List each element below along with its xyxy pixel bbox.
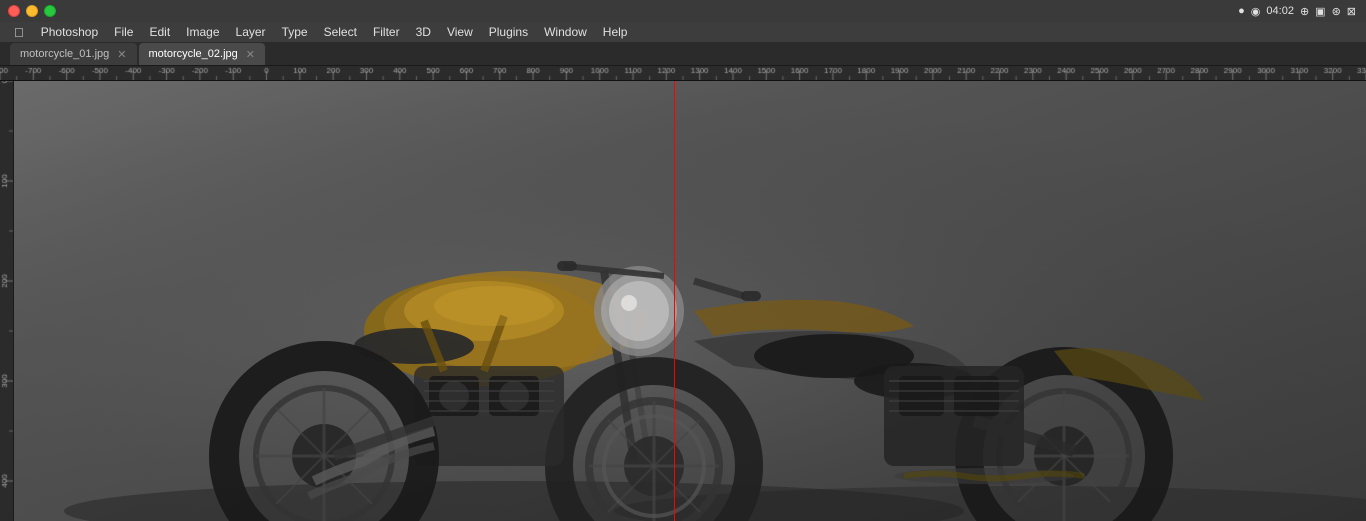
menu-plugins[interactable]: Plugins [482,23,535,41]
system-icon-battery: ▣ [1315,5,1325,18]
traffic-lights [0,5,56,17]
tab-1-label: motorcycle_02.jpg [149,48,238,60]
menu-layer[interactable]: Layer [229,23,273,41]
menu-window[interactable]: Window [537,23,594,41]
menu-type[interactable]: Type [275,23,315,41]
tab-0-label: motorcycle_01.jpg [20,48,109,60]
tab-1[interactable]: motorcycle_02.jpg ✕ [139,43,266,65]
horizontal-ruler [0,66,1366,81]
vruler-canvas [0,81,14,521]
apple-logo[interactable]:  [6,23,32,42]
tab-bar: motorcycle_01.jpg ✕ motorcycle_02.jpg ✕ [0,42,1366,66]
system-icon-wifi3: ⊛ [1332,5,1341,18]
menu-3d[interactable]: 3D [409,23,438,41]
tab-1-close[interactable]: ✕ [238,48,255,61]
menu-view[interactable]: View [440,23,480,41]
guide-line[interactable] [674,81,675,521]
menu-filter[interactable]: Filter [366,23,407,41]
menu-image[interactable]: Image [179,23,226,41]
minimize-button[interactable] [26,5,38,17]
canvas-area[interactable] [0,81,1366,521]
vertical-ruler [0,81,14,521]
menu-edit[interactable]: Edit [142,23,177,41]
system-icon-wifi: ● [1238,5,1245,17]
menu-help[interactable]: Help [596,23,635,41]
canvas-image [14,81,1366,521]
menu-bar:  Photoshop File Edit Image Layer Type S… [0,22,1366,42]
ruler-canvas [0,66,1366,81]
system-icon-control: ⊕ [1300,5,1309,18]
titlebar: ● ◉ 04:02 ⊕ ▣ ⊛ ⊠ [0,0,1366,22]
close-button[interactable] [8,5,20,17]
maximize-button[interactable] [44,5,56,17]
system-time: 04:02 [1266,5,1294,17]
system-icon-wifi2: ◉ [1251,5,1261,18]
system-icon-extra: ⊠ [1347,5,1356,18]
tab-0[interactable]: motorcycle_01.jpg ✕ [10,43,137,65]
menu-file[interactable]: File [107,23,140,41]
tab-0-close[interactable]: ✕ [109,48,126,61]
menu-photoshop[interactable]: Photoshop [34,23,105,41]
viewport[interactable] [14,81,1366,521]
menu-select[interactable]: Select [317,23,364,41]
